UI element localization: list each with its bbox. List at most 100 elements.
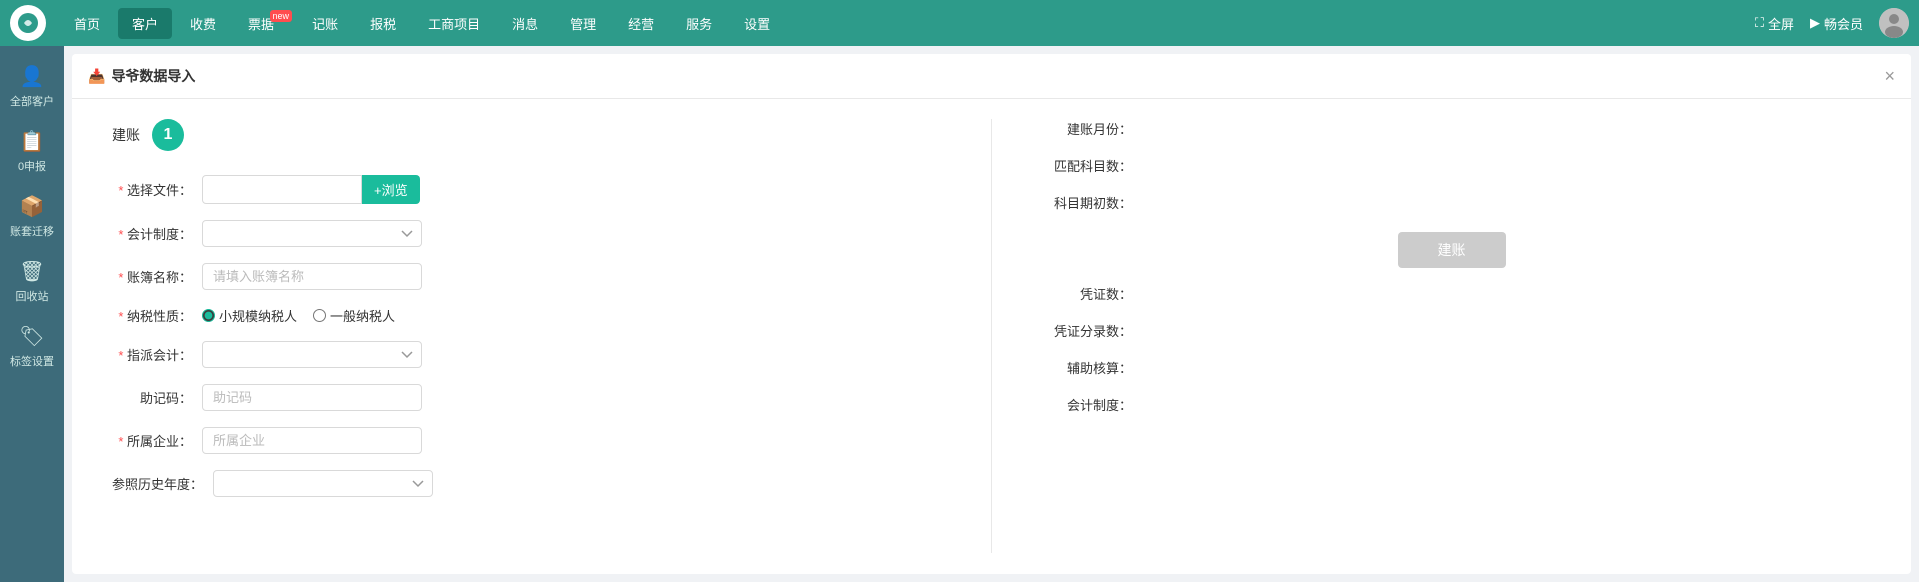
memo-input[interactable] [202, 384, 422, 411]
file-input[interactable] [202, 175, 362, 204]
top-navigation: 首页 客户 收费 票据 new 记账 报税 工商项目 消息 管理 经营 服务 设… [0, 0, 1919, 46]
nav-tax[interactable]: 报税 [356, 8, 410, 39]
account-migration-label: 账套迁移 [10, 223, 54, 239]
info-subject-match-row: 匹配科目数： [1032, 156, 1871, 175]
sidebar: 👤 全部客户 📋 0申报 📦 账套迁移 🗑 回收站 🏷 标签设置 [0, 46, 64, 582]
info-aux-row: 辅助核算： [1032, 358, 1871, 377]
tax-type-label: * 纳税性质： [112, 306, 192, 325]
small-taxpayer-label: 小规模纳税人 [219, 306, 297, 325]
panel-title-text: 导爷数据导入 [111, 66, 195, 86]
company-input[interactable] [202, 427, 422, 454]
info-section: 建账月份： 匹配科目数： 科目期初数： 建账 [992, 99, 1911, 573]
nav-service[interactable]: 服务 [672, 8, 726, 39]
info-voucher-entries-label: 凭证分录数： [1032, 321, 1132, 340]
required-mark5: * [118, 348, 127, 363]
file-row: * 选择文件： +浏览 [112, 175, 951, 204]
info-subject-match-label: 匹配科目数： [1032, 156, 1132, 175]
info-voucher-row: 凭证数： [1032, 284, 1871, 303]
panel-title: 📥 导爷数据导入 [88, 66, 195, 86]
content-area: 📥 导爷数据导入 × 建账 1 * 选择文件： [64, 46, 1919, 582]
nav-home[interactable]: 首页 [60, 8, 114, 39]
tax-type-row: * 纳税性质： 小规模纳税人 一般纳税人 [112, 306, 951, 325]
memo-row: 助记码： [112, 384, 951, 411]
close-button[interactable]: × [1884, 67, 1895, 85]
browse-button[interactable]: +浏览 [362, 175, 420, 204]
vip-btn[interactable]: ▶ 畅会员 [1810, 14, 1863, 33]
history-year-row: 参照历史年度： [112, 470, 951, 497]
small-taxpayer-radio[interactable] [202, 309, 215, 322]
info-subject-init-row: 科目期初数： [1032, 193, 1871, 212]
step-label: 建账 [112, 125, 140, 145]
step-circle: 1 [152, 119, 184, 151]
file-input-group: +浏览 [202, 175, 420, 204]
info-accounting-system-row: 会计制度： [1032, 395, 1871, 414]
general-taxpayer-radio[interactable] [313, 309, 326, 322]
vip-icon: ▶ [1810, 15, 1820, 31]
ledger-name-row: * 账簿名称： [112, 263, 951, 290]
account-migration-icon: 📦 [20, 194, 45, 219]
required-mark: * [118, 183, 127, 198]
info-subject-init-label: 科目期初数： [1032, 193, 1132, 212]
nav-ticket[interactable]: 票据 new [234, 8, 294, 39]
new-badge: new [270, 10, 293, 23]
step-area: 建账 1 [112, 119, 951, 151]
accountant-select[interactable] [202, 341, 422, 368]
info-voucher-entries-row: 凭证分录数： [1032, 321, 1871, 340]
nav-customer[interactable]: 客户 [118, 8, 172, 39]
recycle-label: 回收站 [16, 288, 49, 304]
sidebar-item-recycle[interactable]: 🗑 回收站 [0, 249, 64, 314]
recycle-icon: 🗑 [19, 259, 44, 284]
company-label: * 所属企业： [112, 431, 192, 450]
small-taxpayer-option[interactable]: 小规模纳税人 [202, 306, 297, 325]
accounting-system-select[interactable] [202, 220, 422, 247]
import-panel: 📥 导爷数据导入 × 建账 1 * 选择文件： [72, 54, 1911, 574]
required-mark2: * [118, 227, 127, 242]
all-customers-icon: 👤 [20, 64, 45, 89]
tag-settings-label: 标签设置 [10, 353, 54, 369]
zero-report-icon: 📋 [20, 129, 45, 154]
all-customers-label: 全部客户 [10, 93, 54, 109]
info-voucher-label: 凭证数： [1032, 284, 1132, 303]
main-layout: 👤 全部客户 📋 0申报 📦 账套迁移 🗑 回收站 🏷 标签设置 📥 导 [0, 46, 1919, 582]
tax-type-radio-group: 小规模纳税人 一般纳税人 [202, 306, 395, 325]
ledger-name-label: * 账簿名称： [112, 267, 192, 286]
sidebar-item-account-migration[interactable]: 📦 账套迁移 [0, 184, 64, 249]
form-section: 建账 1 * 选择文件： +浏览 [72, 99, 991, 573]
nav-manage[interactable]: 管理 [556, 8, 610, 39]
sidebar-item-tag-settings[interactable]: 🏷 标签设置 [0, 314, 64, 379]
file-label-text: 选择文件： [127, 183, 192, 198]
file-label: * 选择文件： [112, 180, 192, 199]
info-aux-label: 辅助核算： [1032, 358, 1132, 377]
nav-message[interactable]: 消息 [498, 8, 552, 39]
zero-report-label: 0申报 [18, 158, 46, 174]
tag-settings-icon: 🏷 [19, 324, 44, 349]
sidebar-item-all-customers[interactable]: 👤 全部客户 [0, 54, 64, 119]
info-month-row: 建账月份： [1032, 119, 1871, 138]
info-month-label: 建账月份： [1032, 119, 1132, 138]
app-logo [10, 5, 46, 41]
history-year-select[interactable] [213, 470, 433, 497]
history-year-label: 参照历史年度： [112, 474, 203, 493]
nav-fee[interactable]: 收费 [176, 8, 230, 39]
nav-operation[interactable]: 经营 [614, 8, 668, 39]
nav-settings[interactable]: 设置 [730, 8, 784, 39]
build-button[interactable]: 建账 [1398, 232, 1506, 268]
accounting-system-label: * 会计制度： [112, 224, 192, 243]
panel-header: 📥 导爷数据导入 × [72, 54, 1911, 99]
fullscreen-btn[interactable]: ⛶ 全屏 [1755, 14, 1794, 33]
company-row: * 所属企业： [112, 427, 951, 454]
ledger-name-input[interactable] [202, 263, 422, 290]
accountant-row: * 指派会计： [112, 341, 951, 368]
general-taxpayer-label: 一般纳税人 [330, 306, 395, 325]
nav-right-area: ⛶ 全屏 ▶ 畅会员 [1755, 8, 1909, 38]
sidebar-item-zero-report[interactable]: 📋 0申报 [0, 119, 64, 184]
nav-bookkeeping[interactable]: 记账 [298, 8, 352, 39]
general-taxpayer-option[interactable]: 一般纳税人 [313, 306, 395, 325]
vip-label: 畅会员 [1824, 14, 1863, 33]
avatar[interactable] [1879, 8, 1909, 38]
panel-body: 建账 1 * 选择文件： +浏览 [72, 99, 1911, 573]
required-mark3: * [118, 270, 127, 285]
required-mark6: * [118, 434, 127, 449]
fullscreen-label: 全屏 [1768, 14, 1794, 33]
nav-business[interactable]: 工商项目 [414, 8, 494, 39]
